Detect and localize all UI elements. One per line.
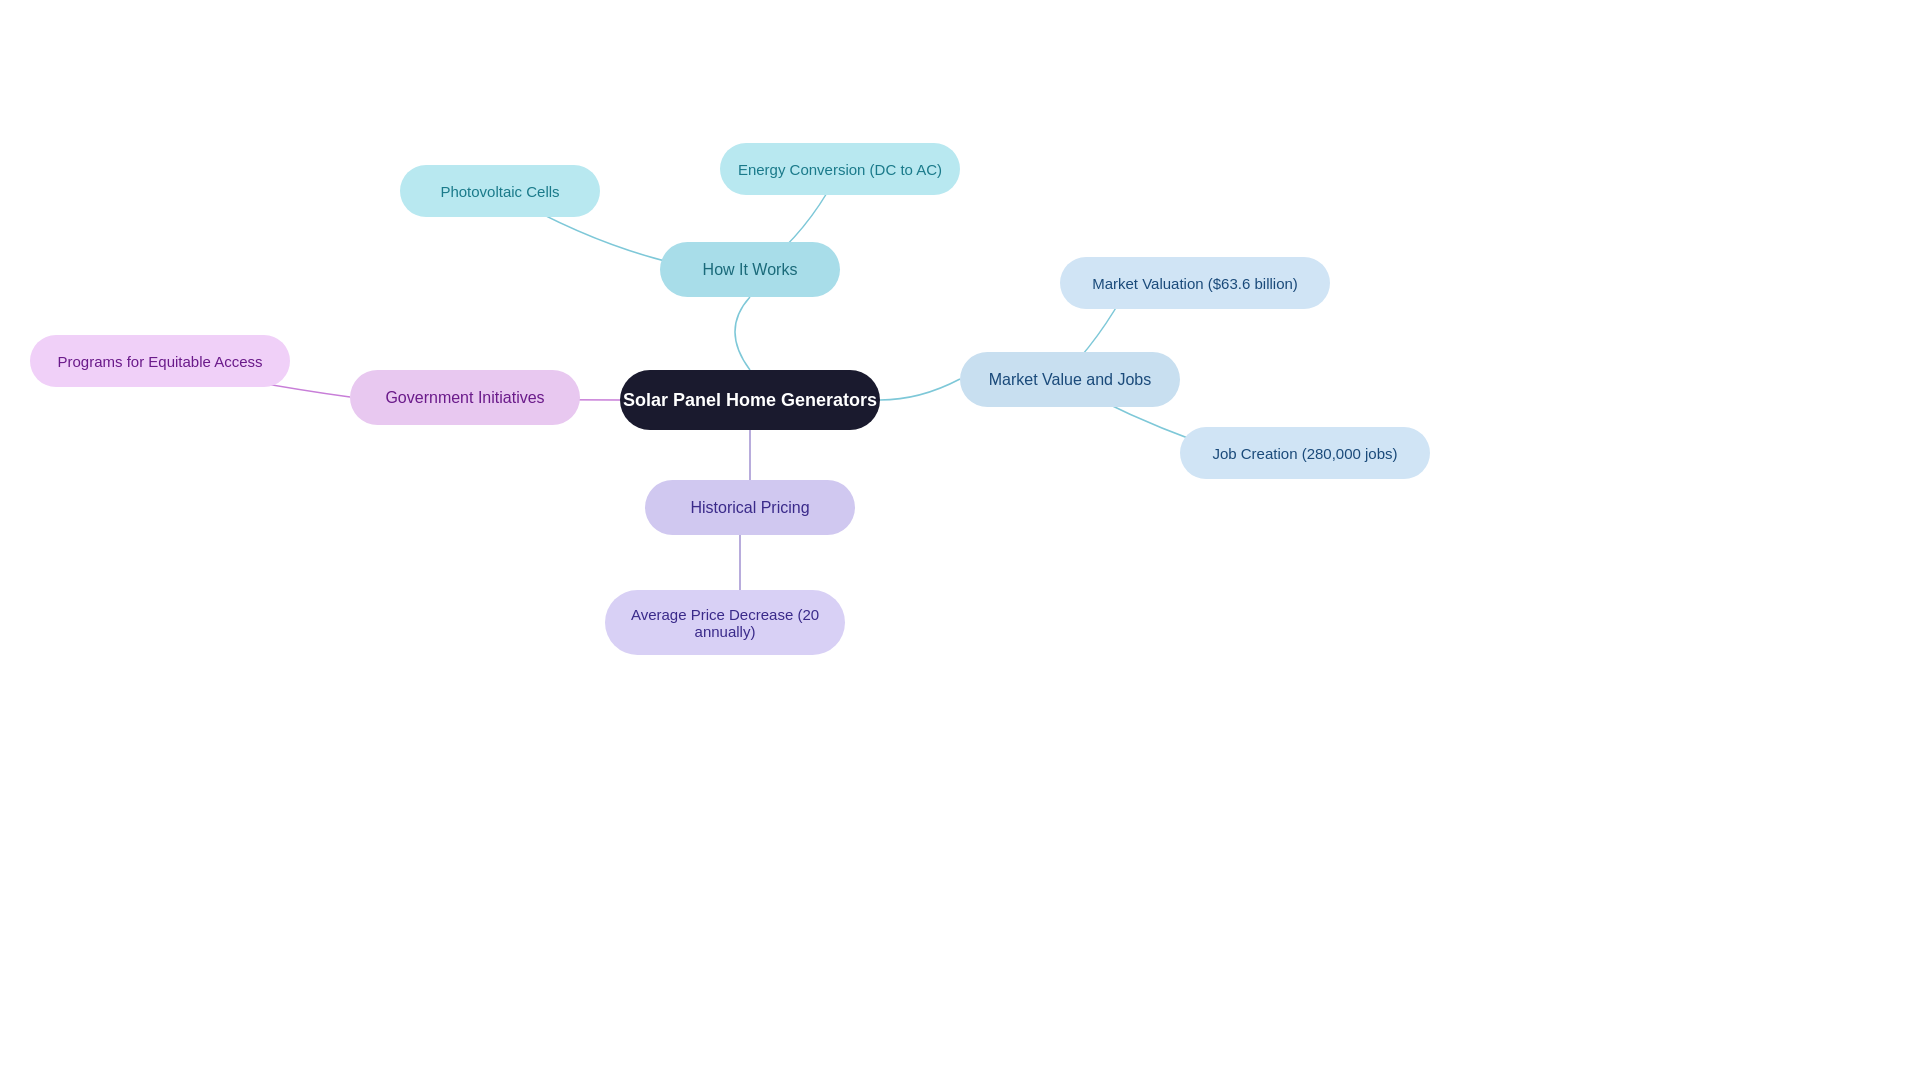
government-initiatives-label: Government Initiatives [385,389,544,407]
how-it-works-node[interactable]: How It Works [660,242,840,297]
photovoltaic-node[interactable]: Photovoltaic Cells [400,165,600,217]
how-it-works-label: How It Works [703,261,798,279]
job-creation-node[interactable]: Job Creation (280,000 jobs) [1180,427,1430,479]
government-initiatives-node[interactable]: Government Initiatives [350,370,580,425]
programs-node[interactable]: Programs for Equitable Access [30,335,290,387]
photovoltaic-label: Photovoltaic Cells [440,183,559,200]
avg-price-label: Average Price Decrease (20 annually) [605,606,845,640]
market-value-jobs-label: Market Value and Jobs [989,371,1151,389]
historical-pricing-node[interactable]: Historical Pricing [645,480,855,535]
central-label: Solar Panel Home Generators [623,390,877,411]
central-node[interactable]: Solar Panel Home Generators [620,370,880,430]
market-valuation-node[interactable]: Market Valuation ($63.6 billion) [1060,257,1330,309]
market-value-jobs-node[interactable]: Market Value and Jobs [960,352,1180,407]
avg-price-node[interactable]: Average Price Decrease (20 annually) [605,590,845,655]
programs-label: Programs for Equitable Access [57,353,262,370]
energy-conversion-label: Energy Conversion (DC to AC) [738,161,942,178]
market-valuation-label: Market Valuation ($63.6 billion) [1092,275,1298,292]
energy-conversion-node[interactable]: Energy Conversion (DC to AC) [720,143,960,195]
historical-pricing-label: Historical Pricing [690,499,809,517]
job-creation-label: Job Creation (280,000 jobs) [1212,445,1397,462]
